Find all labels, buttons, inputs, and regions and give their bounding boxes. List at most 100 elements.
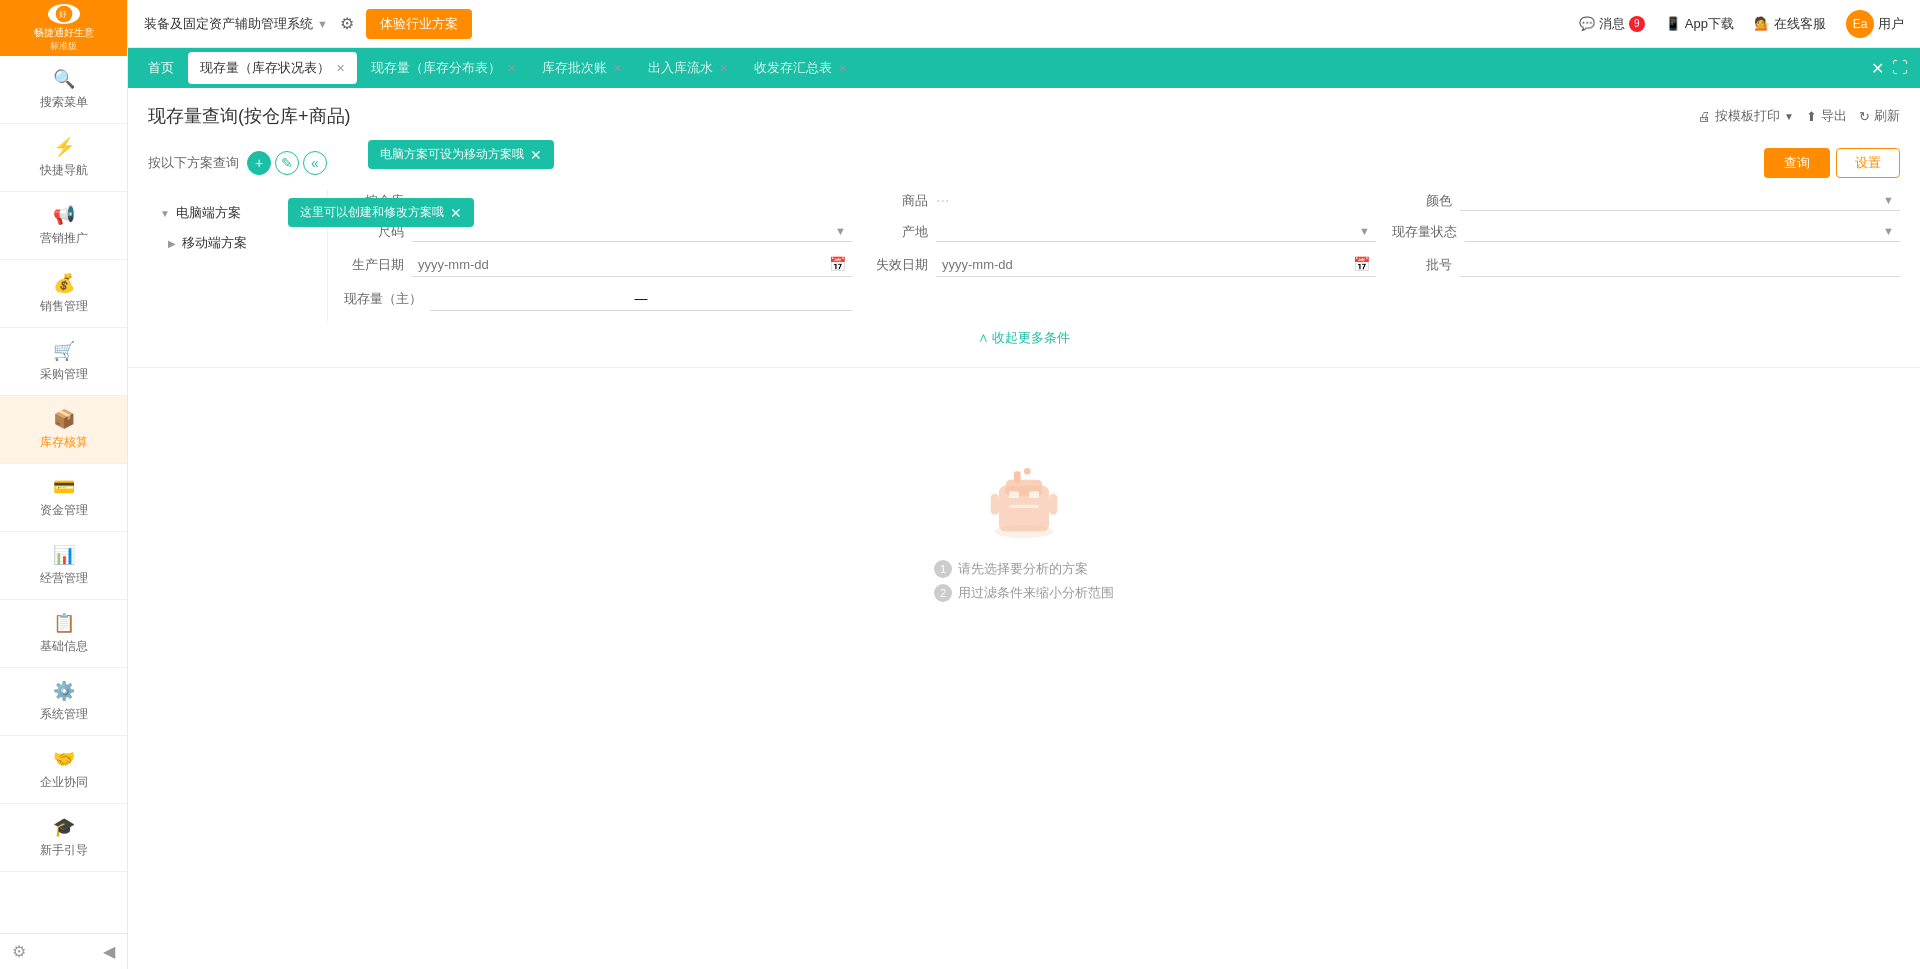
sidebar-item-basic[interactable]: 📋 基础信息	[0, 600, 127, 668]
app-download-action[interactable]: 📱 App下载	[1665, 15, 1734, 33]
sidebar-item-inventory[interactable]: 📦 库存核算	[0, 396, 127, 464]
produce-date-wrap: 📅	[412, 252, 852, 277]
sidebar-item-operations[interactable]: 📊 经营管理	[0, 532, 127, 600]
stock-main-range: —	[430, 287, 852, 311]
sidebar-label-newbie: 新手引导	[40, 842, 88, 859]
sidebar-item-enterprise[interactable]: 🤝 企业协同	[0, 736, 127, 804]
online-service-action[interactable]: 💁 在线客服	[1754, 15, 1826, 33]
batch-input[interactable]	[1460, 253, 1900, 277]
tab-bar: 首页 现存量（库存状况表） ✕ 现存量（库存分布表） ✕ 库存批次账 ✕ 出入库…	[128, 48, 1920, 88]
filter-body: ▼ 电脑端方案 这里可以创建和修改方案哦 ✕ ▶ 移动端方案	[148, 190, 1900, 321]
tab-inventory-dist-label: 现存量（库存分布表）	[371, 59, 501, 77]
tab-collect-summary[interactable]: 收发存汇总表 ✕	[742, 52, 859, 84]
produce-date-calendar-icon[interactable]: 📅	[829, 256, 846, 272]
produce-date-input[interactable]	[418, 257, 825, 272]
filter-form: 按仓库 ··· 商品 ··· 颜色 ▼	[328, 190, 1900, 321]
sidebar-item-system[interactable]: ⚙️ 系统管理	[0, 668, 127, 736]
scheme-tooltip-close[interactable]: ✕	[530, 147, 542, 163]
stock-main-from[interactable]	[436, 291, 627, 306]
back-scheme-button[interactable]: «	[303, 151, 327, 175]
goods-dots[interactable]: ···	[936, 192, 949, 210]
purchase-icon: 🛒	[53, 340, 75, 362]
print-arrow-icon: ▼	[1784, 111, 1794, 122]
quick-icon: ⚡	[53, 136, 75, 158]
sidebar-label-inventory: 库存核算	[40, 434, 88, 451]
filter-section: 按以下方案查询 + ✎ « 电脑方案可设为移动方案哦 ✕ 查询 设置	[128, 136, 1920, 368]
sidebar-item-search[interactable]: 🔍 搜索菜单	[0, 56, 127, 124]
scheme-mobile[interactable]: ▶ 移动端方案	[148, 228, 327, 258]
refresh-action[interactable]: ↻ 刷新	[1859, 107, 1900, 125]
sidebar-item-quick[interactable]: ⚡ 快捷导航	[0, 124, 127, 192]
sidebar-item-sales[interactable]: 💰 销售管理	[0, 260, 127, 328]
field-goods: 商品 ···	[868, 190, 1376, 211]
header-settings-icon[interactable]: ⚙	[340, 14, 354, 33]
collapse-sidebar-icon[interactable]: ◀	[103, 942, 115, 961]
svg-text:好: 好	[59, 9, 67, 19]
tab-fullscreen-button[interactable]: ⛶	[1892, 59, 1908, 78]
user-area[interactable]: Ea 用户	[1846, 10, 1904, 38]
origin-select[interactable]: ▼	[936, 221, 1376, 242]
newbie-icon: 🎓	[53, 816, 75, 838]
user-avatar: Ea	[1846, 10, 1874, 38]
empty-tips: 1 请先选择要分析的方案 2 用过滤条件来缩小分析范围	[934, 560, 1114, 608]
stock-main-to[interactable]	[656, 291, 847, 306]
inventory-icon: 📦	[53, 408, 75, 430]
tab-inout-flow-label: 出入库流水	[648, 59, 713, 77]
create-tooltip-text: 这里可以创建和修改方案哦	[300, 204, 444, 221]
filter-row-2: 尺码 ▼ 产地 ▼	[344, 221, 1900, 242]
sidebar-item-assets[interactable]: 💳 资金管理	[0, 464, 127, 532]
tab-batch-account-close[interactable]: ✕	[613, 62, 622, 75]
color-label: 颜色	[1392, 192, 1452, 210]
tab-inventory-status-close[interactable]: ✕	[336, 62, 345, 75]
header-left: 装备及固定资产辅助管理系统 ▼ ⚙ 体验行业方案	[144, 9, 472, 39]
field-stock-main: 现存量（主） —	[344, 287, 852, 311]
stock-status-select[interactable]: ▼	[1465, 221, 1900, 242]
goods-label: 商品	[868, 192, 928, 210]
empty-illustration	[974, 448, 1074, 548]
color-select[interactable]: ▼	[1460, 190, 1900, 211]
page-actions: 🖨 按模板打印 ▼ ⬆ 导出 ↻ 刷新	[1698, 107, 1900, 125]
edit-scheme-button[interactable]: ✎	[275, 151, 299, 175]
sidebar-item-marketing[interactable]: 📢 营销推广	[0, 192, 127, 260]
field-expire-date: 失效日期 📅	[868, 252, 1376, 277]
tab-home[interactable]: 首页	[136, 52, 186, 84]
expire-date-calendar-icon[interactable]: 📅	[1353, 256, 1370, 272]
tip-num-2: 2	[934, 584, 952, 602]
sidebar-item-purchase[interactable]: 🛒 采购管理	[0, 328, 127, 396]
tab-bar-actions: ✕ ⛶	[1871, 59, 1912, 78]
print-template-action[interactable]: 🖨 按模板打印 ▼	[1698, 107, 1794, 125]
sidebar-label-sales: 销售管理	[40, 298, 88, 315]
expire-date-input[interactable]	[942, 257, 1349, 272]
reset-button[interactable]: 设置	[1836, 148, 1900, 178]
query-button[interactable]: 查询	[1764, 148, 1830, 178]
export-label: 导出	[1821, 107, 1847, 125]
create-tooltip-close[interactable]: ✕	[450, 205, 462, 221]
settings-bottom-icon[interactable]: ⚙	[12, 942, 26, 961]
stock-status-label: 现存量状态	[1392, 223, 1457, 241]
tab-collect-summary-close[interactable]: ✕	[838, 62, 847, 75]
tab-inventory-status[interactable]: 现存量（库存状况表） ✕	[188, 52, 357, 84]
size-select[interactable]: ▼	[412, 221, 852, 242]
add-scheme-button[interactable]: +	[247, 151, 271, 175]
svg-rect-8	[1029, 491, 1039, 498]
refresh-icon: ↻	[1859, 109, 1870, 124]
sidebar-item-newbie[interactable]: 🎓 新手引导	[0, 804, 127, 872]
app-label: App下载	[1685, 15, 1734, 33]
sales-icon: 💰	[53, 272, 75, 294]
tab-close-all-button[interactable]: ✕	[1871, 59, 1884, 78]
export-action[interactable]: ⬆ 导出	[1806, 107, 1847, 125]
experience-button[interactable]: 体验行业方案	[366, 9, 472, 39]
tab-inventory-dist[interactable]: 现存量（库存分布表） ✕	[359, 52, 528, 84]
logo-icon: 好	[48, 4, 80, 24]
tab-inout-flow[interactable]: 出入库流水 ✕	[636, 52, 740, 84]
tab-inout-flow-close[interactable]: ✕	[719, 62, 728, 75]
message-action[interactable]: 💬 消息 9	[1579, 15, 1645, 33]
logo-sub: 标准版	[50, 40, 77, 53]
svg-rect-7	[1009, 491, 1019, 498]
collapse-bar[interactable]: ∧ 收起更多条件	[148, 321, 1900, 355]
tab-inventory-dist-close[interactable]: ✕	[507, 62, 516, 75]
sidebar-label-marketing: 营销推广	[40, 230, 88, 247]
tab-batch-account[interactable]: 库存批次账 ✕	[530, 52, 634, 84]
color-arrow-icon: ▼	[1883, 194, 1894, 206]
system-select[interactable]: 装备及固定资产辅助管理系统 ▼	[144, 15, 328, 33]
